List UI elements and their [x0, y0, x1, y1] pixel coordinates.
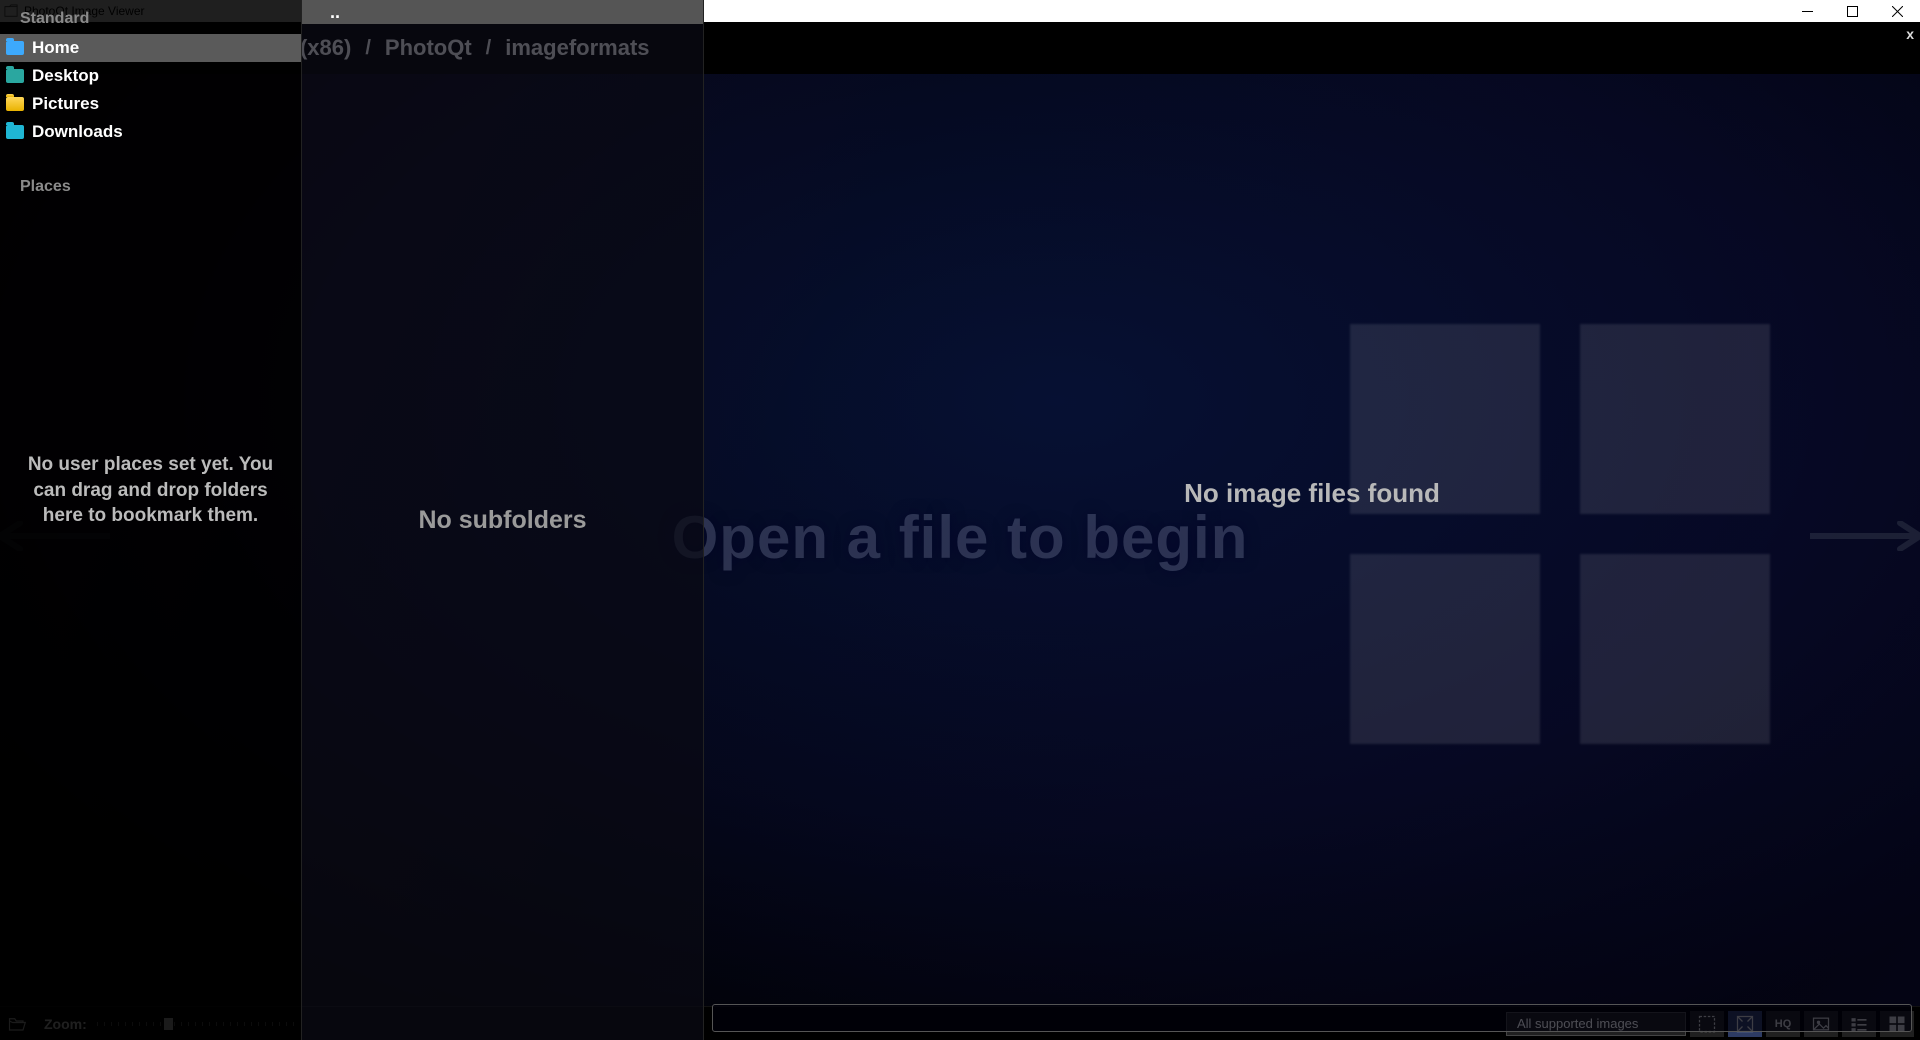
sidebar-item-label: Desktop — [32, 66, 99, 86]
folder-icon — [6, 69, 24, 83]
main: Open a file to begin Standard Home Deskt… — [0, 74, 1920, 1006]
sidebar: Standard Home Desktop Pictures Downloads… — [0, 0, 302, 1040]
subfolder-empty: No subfolders — [302, 0, 703, 1040]
sidebar-item-home[interactable]: Home — [0, 34, 301, 62]
subfolder-empty-text: No subfolders — [418, 506, 586, 535]
sidebar-places-header: Places — [0, 168, 301, 202]
sidebar-item-downloads[interactable]: Downloads — [0, 118, 301, 146]
subfolder-column: .. No subfolders — [302, 0, 704, 1040]
sidebar-item-desktop[interactable]: Desktop — [0, 62, 301, 90]
folder-icon — [6, 125, 24, 139]
folder-icon — [6, 97, 24, 111]
folder-icon — [6, 41, 24, 55]
sidebar-standard-header: Standard — [0, 0, 301, 34]
sidebar-places-empty-message: No user places set yet. You can drag and… — [0, 452, 301, 529]
sidebar-item-label: Pictures — [32, 94, 99, 114]
sidebar-item-label: Downloads — [32, 122, 123, 142]
preview-search-row — [712, 1004, 1912, 1032]
sidebar-item-label: Home — [32, 38, 79, 58]
sidebar-item-pictures[interactable]: Pictures — [0, 90, 301, 118]
preview-panel: No image files found — [704, 0, 1920, 1040]
preview-search-input[interactable] — [712, 1004, 1912, 1032]
preview-empty-message: No image files found — [704, 478, 1920, 509]
